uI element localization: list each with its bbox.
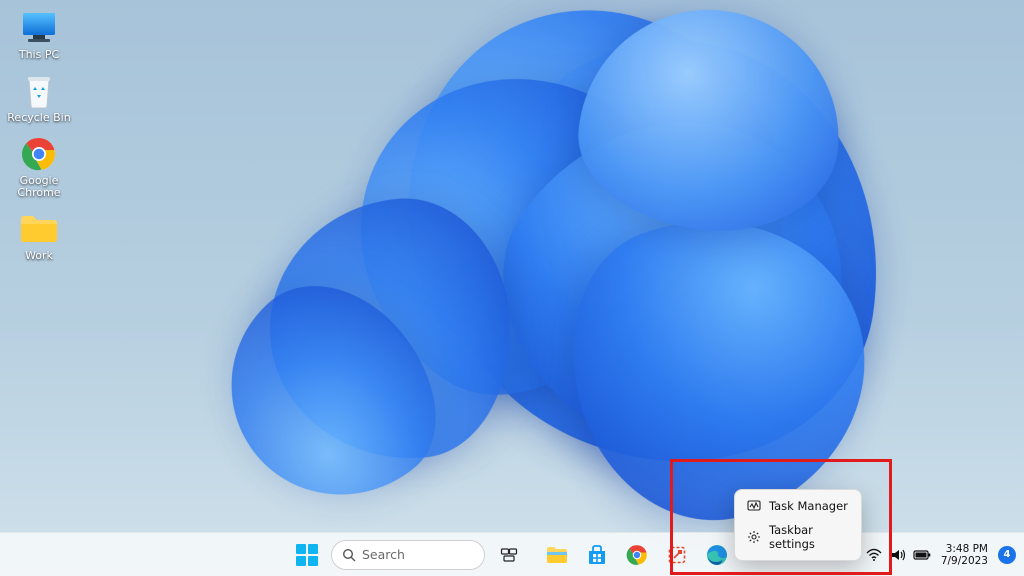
task-view-icon	[499, 545, 519, 565]
edge-icon	[706, 544, 728, 566]
desktop-icon-this-pc[interactable]: This PC	[6, 6, 72, 63]
taskbar-center-group: Search	[289, 537, 735, 573]
desktop-icon-label: This PC	[19, 49, 59, 61]
tray-battery[interactable]	[911, 537, 933, 573]
file-explorer-icon	[545, 544, 569, 566]
notification-count-badge[interactable]: 4	[998, 546, 1016, 564]
clock-date: 7/9/2023	[941, 555, 988, 567]
settings-gear-icon	[747, 530, 761, 544]
folder-icon	[19, 209, 59, 249]
battery-icon	[913, 549, 931, 561]
recycle-bin-icon	[19, 71, 59, 111]
search-placeholder: Search	[362, 547, 405, 562]
chrome-icon	[19, 134, 59, 174]
taskbar-pinned-microsoft-store[interactable]	[579, 537, 615, 573]
tray-wifi[interactable]	[863, 537, 885, 573]
context-menu-task-manager[interactable]: Task Manager	[739, 494, 857, 518]
desktop-icon-label: Recycle Bin	[7, 112, 70, 124]
task-manager-icon	[747, 499, 761, 513]
taskbar-pinned-snip[interactable]	[659, 537, 695, 573]
context-menu-item-label: Task Manager	[769, 499, 848, 513]
desktop-icons-column: This PC Recycle Bin	[6, 6, 72, 264]
taskbar-clock[interactable]: 3:48 PM 7/9/2023	[935, 537, 992, 573]
taskbar-pinned-file-explorer[interactable]	[539, 537, 575, 573]
monitor-icon	[19, 8, 59, 48]
tray-volume[interactable]	[887, 537, 909, 573]
wifi-icon	[866, 548, 882, 562]
snipping-tool-icon	[667, 545, 687, 565]
desktop-wallpaper[interactable]: This PC Recycle Bin	[0, 0, 1024, 576]
desktop-icon-label: Work	[25, 250, 53, 262]
search-icon	[342, 548, 356, 562]
desktop-icon-work-folder[interactable]: Work	[6, 207, 72, 264]
taskbar-pinned-edge[interactable]	[699, 537, 735, 573]
context-menu-item-label: Taskbar settings	[769, 523, 849, 551]
store-icon	[586, 544, 608, 566]
wallpaper-bloom	[140, 0, 960, 540]
clock-time: 3:48 PM	[946, 543, 988, 555]
windows-logo-icon	[296, 544, 318, 566]
desktop-icon-label: Google Chrome	[7, 175, 71, 199]
desktop-icon-chrome[interactable]: Google Chrome	[6, 132, 72, 201]
start-button[interactable]	[289, 537, 325, 573]
desktop-icon-recycle-bin[interactable]: Recycle Bin	[6, 69, 72, 126]
taskbar-pinned-chrome[interactable]	[619, 537, 655, 573]
speaker-icon	[890, 548, 906, 562]
taskbar-search-box[interactable]: Search	[331, 540, 485, 570]
notification-count: 4	[1004, 549, 1011, 560]
context-menu-taskbar-settings[interactable]: Taskbar settings	[739, 518, 857, 556]
chrome-icon	[626, 544, 648, 566]
task-view-button[interactable]	[491, 537, 527, 573]
taskbar[interactable]: Search	[0, 532, 1024, 576]
taskbar-context-menu: Task Manager Taskbar settings	[734, 489, 862, 561]
